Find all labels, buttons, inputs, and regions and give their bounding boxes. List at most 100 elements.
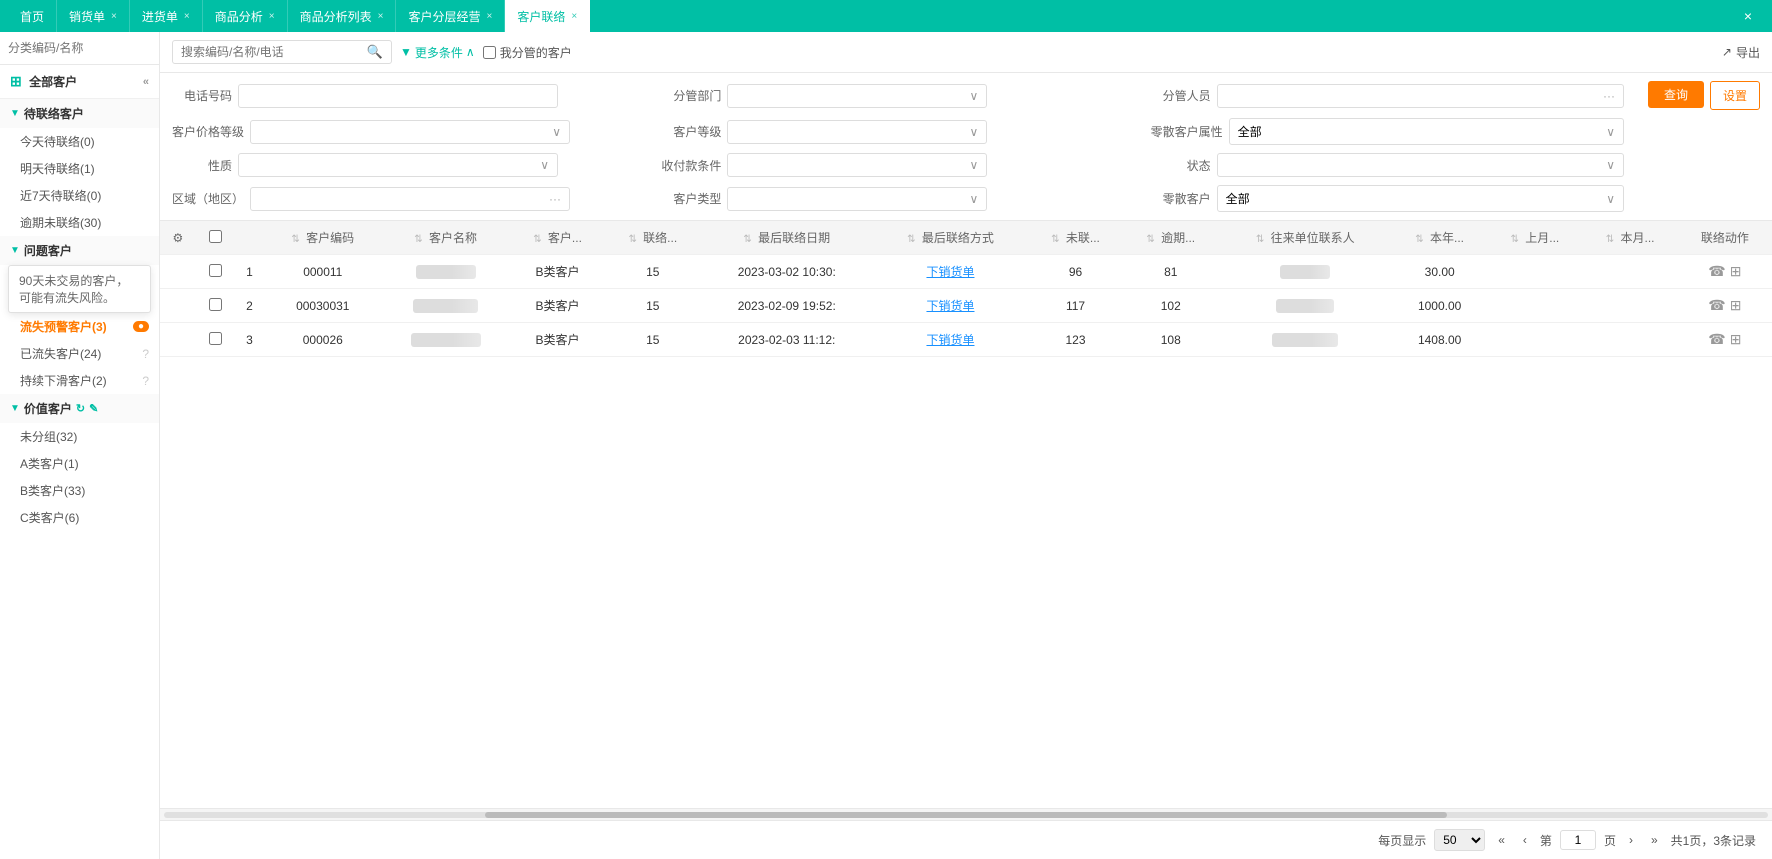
per-page-select[interactable]: 50 100 200 xyxy=(1434,829,1485,851)
customer-tier-select[interactable]: ∨ xyxy=(727,120,987,144)
sidebar-item-declining[interactable]: 持续下滑客户(2) ? xyxy=(0,367,159,394)
export-button[interactable]: ↗ 导出 xyxy=(1722,44,1760,61)
settings-col-header[interactable]: ⚙ xyxy=(160,221,196,255)
prev-page-button[interactable]: ‹ xyxy=(1518,831,1532,849)
sidebar-item-churn-warning[interactable]: 流失预警客户(3) ● xyxy=(0,313,159,340)
row-checkbox[interactable] xyxy=(209,332,222,345)
tab-sales[interactable]: 销货单 × xyxy=(57,0,130,32)
last-contact-link[interactable]: 下销货单 xyxy=(926,333,974,347)
sidebar-item-class-c[interactable]: C类客户(6) xyxy=(0,504,159,531)
setting-button[interactable]: 设置 xyxy=(1710,81,1760,110)
overdue-col-header[interactable]: 逾期... xyxy=(1123,221,1218,255)
tab-customer-tier[interactable]: 客户分层经营 × xyxy=(396,0,505,32)
sidebar-item-class-b[interactable]: B类客户(33) xyxy=(0,477,159,504)
sidebar-item-tomorrow-pending[interactable]: 明天待联络(1) xyxy=(0,155,159,182)
price-tier-select[interactable]: ∨ xyxy=(250,120,570,144)
search-input[interactable] xyxy=(181,45,367,59)
action-contact-icon[interactable]: ☎ xyxy=(1708,263,1725,280)
edit-icon[interactable]: ✎ xyxy=(89,402,98,415)
phone-input[interactable] xyxy=(238,84,558,108)
payment-select[interactable]: ∨ xyxy=(727,153,987,177)
action-contact-icon[interactable]: ☎ xyxy=(1708,297,1725,314)
row-last-contact-method-cell: 下销货单 xyxy=(873,289,1028,323)
select-all-checkbox[interactable] xyxy=(209,230,222,243)
more-conditions-button[interactable]: ▼ 更多条件 ∧ xyxy=(400,44,475,61)
pending-section-header[interactable]: ▼ 待联络客户 xyxy=(0,99,159,128)
this-month-col-header[interactable]: 本月... xyxy=(1583,221,1678,255)
action-more-icon[interactable]: ⊞ xyxy=(1730,263,1742,280)
dept-field: 分管部门 ∨ xyxy=(661,84,1134,108)
refresh-icon[interactable]: ↻ xyxy=(76,402,85,415)
sidebar-item-churned[interactable]: 已流失客户(24) ? xyxy=(0,340,159,367)
manager-more-dots[interactable]: ··· xyxy=(1603,89,1615,103)
sidebar-item-today-pending[interactable]: 今天待联络(0) xyxy=(0,128,159,155)
last-contact-method-col-header[interactable]: 最后联络方式 xyxy=(873,221,1028,255)
last-page-button[interactable]: » xyxy=(1646,831,1663,849)
this-year-col-header[interactable]: 本年... xyxy=(1392,221,1487,255)
search-icon[interactable]: 🔍 xyxy=(367,44,383,60)
my-customers-check[interactable] xyxy=(483,46,496,59)
dept-select[interactable]: ∨ xyxy=(727,84,987,108)
row-this-year-cell: 1408.00 xyxy=(1392,323,1487,357)
action-more-icon[interactable]: ⊞ xyxy=(1730,297,1742,314)
tab-purchase[interactable]: 进货单 × xyxy=(130,0,203,32)
price-tier-label: 客户价格等级 xyxy=(172,123,244,140)
last-month-col-header[interactable]: 上月... xyxy=(1487,221,1582,255)
collapse-icon[interactable]: « xyxy=(143,76,149,88)
window-close-button[interactable]: × xyxy=(1732,8,1764,24)
row-index-cell: 1 xyxy=(235,255,264,289)
action-more-icon[interactable]: ⊞ xyxy=(1730,331,1742,348)
close-customer-contact-tab[interactable]: × xyxy=(571,11,577,22)
close-customer-tier-tab[interactable]: × xyxy=(486,11,492,22)
row-checkbox[interactable] xyxy=(209,264,222,277)
tab-analysis-list[interactable]: 商品分析列表 × xyxy=(288,0,397,32)
query-button[interactable]: 查询 xyxy=(1648,81,1704,108)
my-customers-checkbox[interactable]: 我分管的客户 xyxy=(483,44,572,61)
sidebar-item-ungrouped[interactable]: 未分组(32) xyxy=(0,423,159,450)
table-row: 3 000026 B类客户 15 2023-02-03 11:12: 下销货单 … xyxy=(160,323,1772,357)
customer-type-select[interactable]: ∨ xyxy=(727,187,987,211)
retail-attr-select[interactable]: 全部 ∨ xyxy=(1229,118,1624,145)
filter-row-4: 区域（地区） ··· 客户类型 ∨ 零散客户 全部 xyxy=(172,185,1760,212)
last-contact-link[interactable]: 下销货单 xyxy=(926,265,974,279)
tab-customer-contact[interactable]: 客户联络 × xyxy=(505,0,590,32)
horizontal-scrollbar[interactable] xyxy=(160,808,1772,820)
nature-select[interactable]: ∨ xyxy=(238,153,558,177)
no-contact-col-header[interactable]: 未联... xyxy=(1028,221,1123,255)
code-col-header[interactable]: 客户编码 xyxy=(264,221,381,255)
close-purchase-tab[interactable]: × xyxy=(184,11,190,22)
tab-home[interactable]: 首页 xyxy=(8,0,57,32)
last-contact-date-col-header[interactable]: 最后联络日期 xyxy=(700,221,873,255)
row-checkbox[interactable] xyxy=(209,298,222,311)
region-select[interactable]: ··· xyxy=(250,187,570,211)
all-customers-item[interactable]: ⊞ 全部客户 « xyxy=(0,65,159,99)
region-more-dots[interactable]: ··· xyxy=(549,192,561,206)
name-col-header[interactable]: 客户名称 xyxy=(381,221,510,255)
status-select[interactable]: ∨ xyxy=(1217,153,1624,177)
first-page-button[interactable]: « xyxy=(1493,831,1510,849)
current-page-input[interactable] xyxy=(1560,830,1596,850)
sidebar-item-7day-pending[interactable]: 近7天待联络(0) xyxy=(0,182,159,209)
value-section-header[interactable]: ▼ 价值客户 ↻ ✎ xyxy=(0,394,159,423)
retail-customer-select[interactable]: 全部 ∨ xyxy=(1217,185,1624,212)
problem-section-header[interactable]: ▼ 问题客户 xyxy=(0,236,159,265)
problem-arrow-icon: ▼ xyxy=(10,245,20,256)
tab-analysis[interactable]: 商品分析 × xyxy=(203,0,288,32)
settings-icon[interactable]: ⚙ xyxy=(172,231,183,245)
unit-contact-col-header[interactable]: 往来单位联系人 xyxy=(1218,221,1392,255)
next-page-button[interactable]: › xyxy=(1624,831,1638,849)
scrollbar-thumb[interactable] xyxy=(485,812,1447,818)
close-analysis-list-tab[interactable]: × xyxy=(378,11,384,22)
manager-select[interactable]: ··· xyxy=(1217,84,1624,108)
last-contact-link[interactable]: 下销货单 xyxy=(926,299,974,313)
action-contact-icon[interactable]: ☎ xyxy=(1708,331,1725,348)
row-last-month-cell xyxy=(1487,289,1582,323)
type-col-header[interactable]: 客户... xyxy=(510,221,605,255)
close-analysis-tab[interactable]: × xyxy=(269,11,275,22)
sidebar-item-overdue-contact[interactable]: 逾期未联络(30) xyxy=(0,209,159,236)
close-sales-tab[interactable]: × xyxy=(111,11,117,22)
sidebar-item-class-a[interactable]: A类客户(1) xyxy=(0,450,159,477)
row-unit-contact-cell xyxy=(1218,323,1392,357)
category-search-input[interactable] xyxy=(8,41,160,55)
contact-col-header[interactable]: 联络... xyxy=(605,221,700,255)
